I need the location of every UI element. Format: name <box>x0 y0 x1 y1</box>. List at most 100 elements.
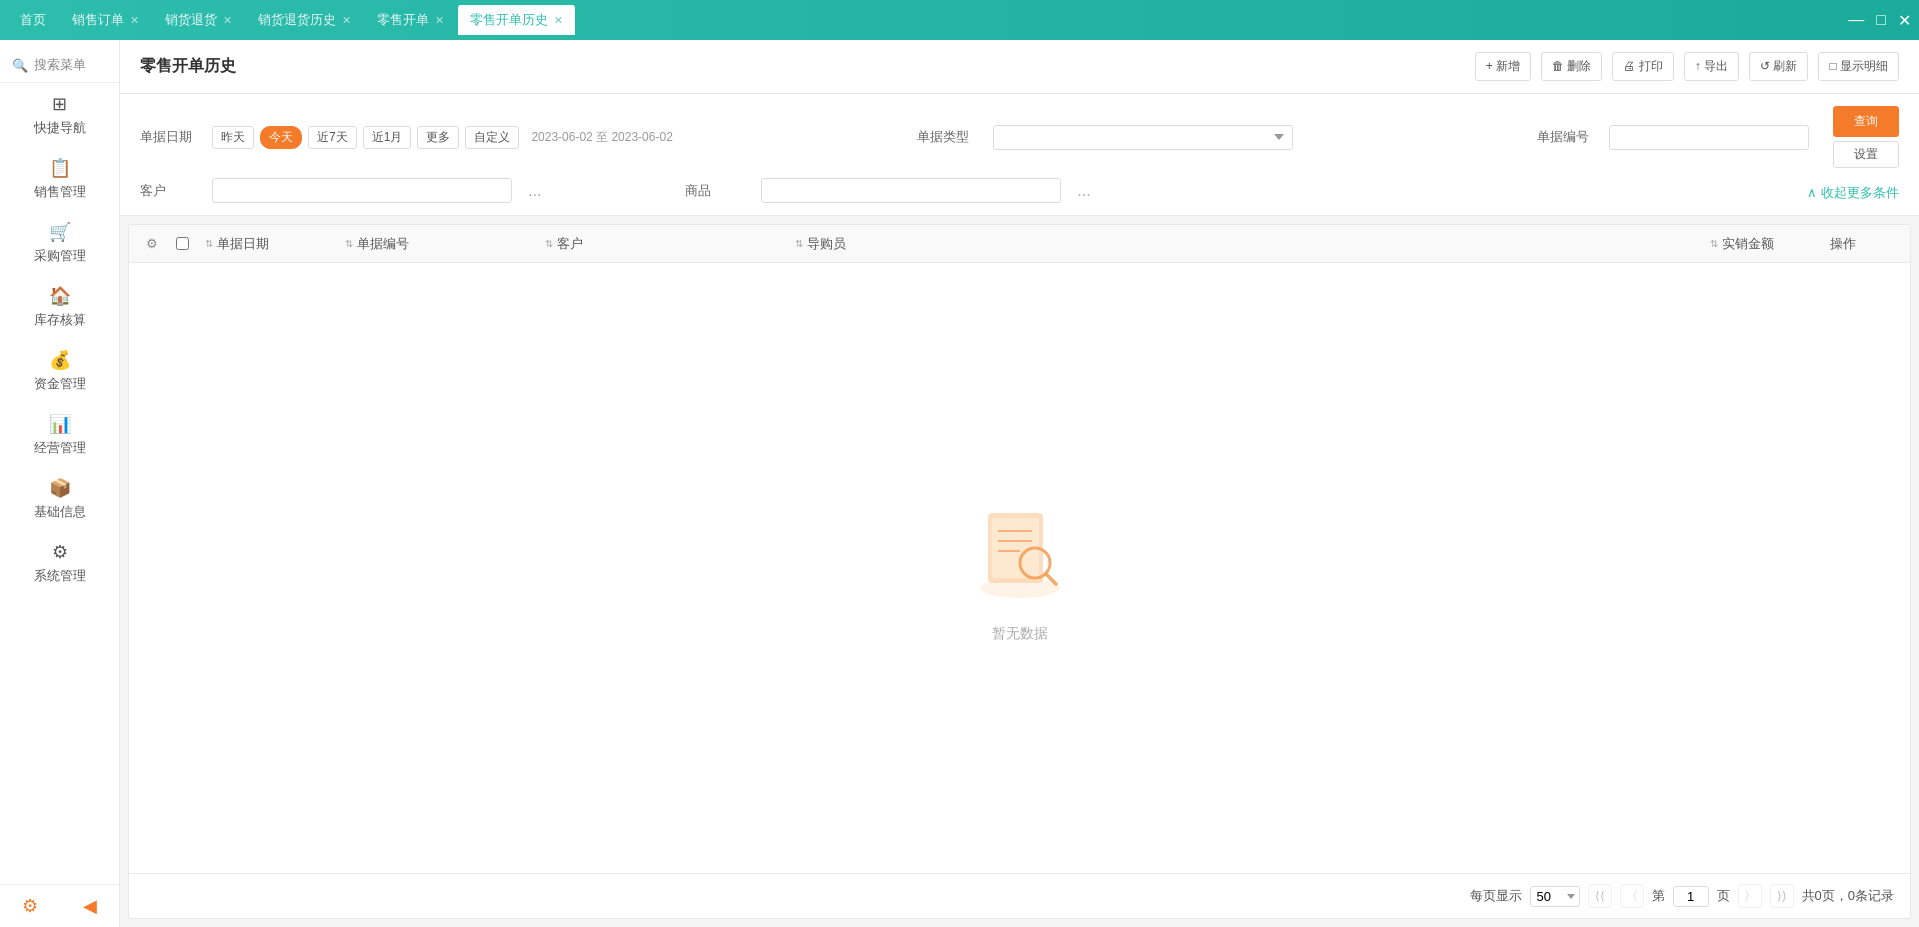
search-menu-label: 搜索菜单 <box>34 56 86 74</box>
export-button[interactable]: ↑ 导出 <box>1684 52 1739 81</box>
top-nav: 首页销售订单 ✕销货退货 ✕销货退货历史 ✕零售开单 ✕零售开单历史 ✕ — □… <box>0 0 1919 40</box>
nav-tab-close-sales-return[interactable]: ✕ <box>223 14 232 27</box>
customer-dots[interactable]: ... <box>528 182 541 200</box>
sidebar-collapse-icon[interactable]: ◀ <box>83 895 97 917</box>
sidebar-label-finance: 资金管理 <box>34 375 86 393</box>
nav-tabs: 首页销售订单 ✕销货退货 ✕销货退货历史 ✕零售开单 ✕零售开单历史 ✕ <box>8 5 1848 35</box>
date-month-btn[interactable]: 近1月 <box>363 126 412 149</box>
pagination: 每页显示 50 10 20 100 ⟨⟨ 〈 第 页 〉 ⟩⟩ 共0页，0条记录 <box>129 873 1910 918</box>
sidebar-bottom: ⚙ ◀ <box>0 884 119 927</box>
customer-input[interactable] <box>212 178 512 203</box>
first-page-btn[interactable]: ⟨⟨ <box>1588 884 1612 908</box>
print-button[interactable]: 🖨 打印 <box>1612 52 1673 81</box>
per-page-label: 每页显示 <box>1470 887 1522 905</box>
collapse-button[interactable]: ∧ 收起更多条件 <box>1807 184 1899 202</box>
date-more-btn[interactable]: 更多 <box>417 126 459 149</box>
per-page-select[interactable]: 50 10 20 100 <box>1530 886 1580 907</box>
filter-row-date: 单据日期 昨天 今天 近7天 近1月 更多 自定义 2023-06-02 至 2… <box>140 106 1899 168</box>
nav-tab-home[interactable]: 首页 <box>8 5 58 35</box>
window-min-btn[interactable]: — <box>1848 11 1864 29</box>
table-container: ⚙ ⇅ 单据日期 ⇅ 单据编号 ⇅ 客户 ⇅ 导购员 <box>128 224 1911 919</box>
select-all-input[interactable] <box>176 237 189 250</box>
type-label: 单据类型 <box>917 128 977 146</box>
page-header: 零售开单历史 + 新增 🗑 删除 🖨 打印 ↑ 导出 ↺ 刷新 □ 显示明细 <box>120 40 1919 94</box>
th-amount: ⇅ 实销金额 <box>1702 235 1822 253</box>
filter-section: 单据日期 昨天 今天 近7天 近1月 更多 自定义 2023-06-02 至 2… <box>120 94 1919 216</box>
sidebar-item-inventory[interactable]: 🏠 库存核算 <box>0 275 119 339</box>
display-detail-button[interactable]: □ 显示明细 <box>1818 52 1899 81</box>
sidebar-icon-purchase-mgmt: 🛒 <box>49 221 71 243</box>
filter-row-customer: 客户 ... 商品 ... ∧ 收起更多条件 <box>140 178 1899 203</box>
number-input[interactable] <box>1609 125 1809 150</box>
sidebar-item-finance[interactable]: 💰资金管理 <box>0 339 119 403</box>
sort-guide-icon[interactable]: ⇅ <box>795 238 803 249</box>
collapse-label: 收起更多条件 <box>1821 184 1899 202</box>
type-select[interactable] <box>993 125 1293 150</box>
window-close-btn[interactable]: ✕ <box>1898 11 1911 30</box>
svg-point-8 <box>1025 553 1035 563</box>
th-guide: ⇅ 导购员 <box>787 235 907 253</box>
nav-tab-close-retail-open-history[interactable]: ✕ <box>554 14 563 27</box>
empty-state: 暂无数据 <box>129 263 1910 873</box>
sidebar-item-purchase-mgmt[interactable]: 🛒采购管理 <box>0 211 119 275</box>
sidebar-label-operations: 经营管理 <box>34 439 86 457</box>
delete-button[interactable]: 🗑 删除 <box>1541 52 1602 81</box>
last-page-btn[interactable]: ⟩⟩ <box>1770 884 1794 908</box>
sidebar-label-sys-mgmt: 系统管理 <box>34 567 86 585</box>
nav-tab-retail-open[interactable]: 零售开单 ✕ <box>365 5 456 35</box>
window-max-btn[interactable]: □ <box>1876 11 1886 29</box>
settings-gear-icon[interactable]: ⚙ <box>22 895 38 917</box>
prev-page-btn[interactable]: 〈 <box>1620 884 1644 908</box>
goods-dots[interactable]: ... <box>1077 182 1090 200</box>
th-customer: ⇅ 客户 <box>537 235 787 253</box>
sort-customer-icon[interactable]: ⇅ <box>545 238 553 249</box>
date-yesterday-btn[interactable]: 昨天 <box>212 126 254 149</box>
nav-tab-close-sales-order[interactable]: ✕ <box>130 14 139 27</box>
page-label: 第 <box>1652 887 1665 905</box>
sidebar-icon-sales-mgmt: 📋 <box>49 157 71 179</box>
select-all-checkbox[interactable] <box>167 237 197 250</box>
column-settings-icon[interactable]: ⚙ <box>137 236 167 251</box>
total-info: 共0页，0条记录 <box>1802 887 1894 905</box>
sort-amount-icon[interactable]: ⇅ <box>1710 238 1718 249</box>
sidebar-item-quick-nav[interactable]: ⊞快捷导航 <box>0 83 119 147</box>
add-button[interactable]: + 新增 <box>1475 52 1531 81</box>
th-action: 操作 <box>1822 235 1902 253</box>
goods-input[interactable] <box>761 178 1061 203</box>
settings-button[interactable]: 设置 <box>1833 141 1899 168</box>
sidebar-item-sales-mgmt[interactable]: 📋 销售管理 <box>0 147 119 211</box>
nav-tab-retail-open-history[interactable]: 零售开单历史 ✕ <box>458 5 575 35</box>
sidebar-item-sys-mgmt[interactable]: ⚙系统管理 <box>0 531 119 595</box>
customer-label: 客户 <box>140 182 200 200</box>
nav-tab-sales-return[interactable]: 销货退货 ✕ <box>153 5 244 35</box>
content-area: 零售开单历史 + 新增 🗑 删除 🖨 打印 ↑ 导出 ↺ 刷新 □ 显示明细 单… <box>120 40 1919 927</box>
empty-text: 暂无数据 <box>992 625 1048 643</box>
date-7days-btn[interactable]: 近7天 <box>308 126 357 149</box>
th-date: ⇅ 单据日期 <box>197 235 337 253</box>
sort-date-icon[interactable]: ⇅ <box>205 238 213 249</box>
toolbar: + 新增 🗑 删除 🖨 打印 ↑ 导出 ↺ 刷新 □ 显示明细 <box>1475 52 1899 81</box>
nav-tab-sales-return-history[interactable]: 销货退货历史 ✕ <box>246 5 363 35</box>
sidebar-label-sales-mgmt: 销售管理 <box>34 183 86 201</box>
sidebar-label-inventory: 库存核算 <box>34 311 86 329</box>
date-buttons: 昨天 今天 近7天 近1月 更多 自定义 <box>212 126 519 149</box>
refresh-button[interactable]: ↺ 刷新 <box>1749 52 1808 81</box>
nav-tab-close-sales-return-history[interactable]: ✕ <box>342 14 351 27</box>
main-layout: 🔍 搜索菜单 ⊞快捷导航 📋 销售管理 🛒采购管理 🏠 库存核算 💰资金管理📊经营管理📦基础… <box>0 40 1919 927</box>
page-number-input[interactable] <box>1673 886 1709 907</box>
date-custom-btn[interactable]: 自定义 <box>465 126 519 149</box>
sidebar: 🔍 搜索菜单 ⊞快捷导航 📋 销售管理 🛒采购管理 🏠 库存核算 💰资金管理📊经营管理📦基础… <box>0 40 120 927</box>
sort-number-icon[interactable]: ⇅ <box>345 238 353 249</box>
sidebar-item-base-info[interactable]: 📦基础信息 <box>0 467 119 531</box>
query-button[interactable]: 查询 <box>1833 106 1899 137</box>
sidebar-icon-inventory: 🏠 <box>49 285 71 307</box>
date-today-btn[interactable]: 今天 <box>260 126 302 149</box>
next-page-btn[interactable]: 〉 <box>1738 884 1762 908</box>
empty-state-icon <box>960 493 1080 613</box>
page-suffix: 页 <box>1717 887 1730 905</box>
nav-tab-sales-order[interactable]: 销售订单 ✕ <box>60 5 151 35</box>
sidebar-item-operations[interactable]: 📊经营管理 <box>0 403 119 467</box>
nav-tab-close-retail-open[interactable]: ✕ <box>435 14 444 27</box>
th-number: ⇅ 单据编号 <box>337 235 537 253</box>
search-menu[interactable]: 🔍 搜索菜单 <box>0 48 119 83</box>
